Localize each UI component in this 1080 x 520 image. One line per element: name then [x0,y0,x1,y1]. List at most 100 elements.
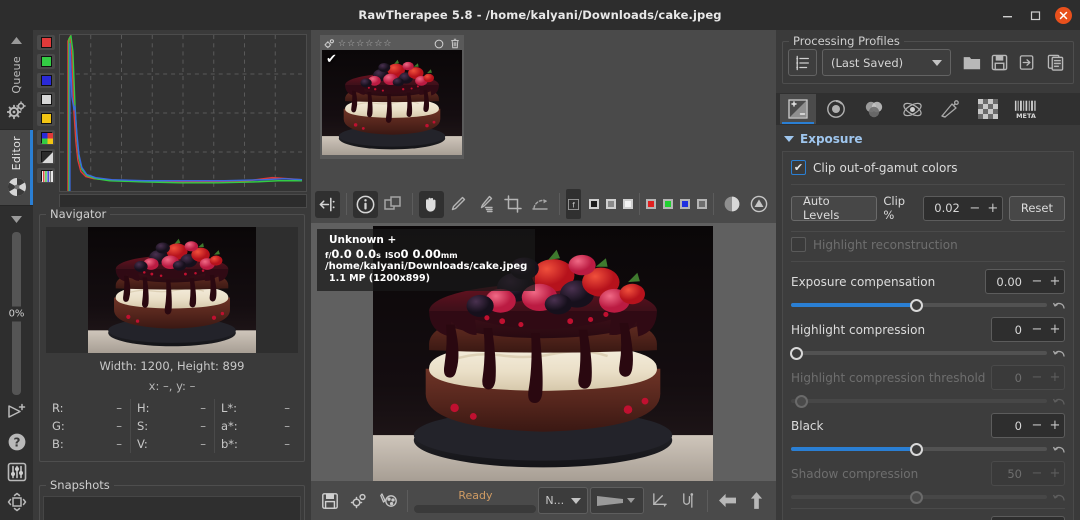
tab-transform[interactable] [932,94,968,124]
decrement-button[interactable]: − [1028,322,1046,337]
star-icon-3[interactable]: ☆ [365,39,373,49]
slider-track[interactable] [791,298,1047,312]
slider-spinner[interactable]: 0.00 − + [985,269,1065,294]
hand-tool-button[interactable] [418,190,444,218]
gradient-combo[interactable] [590,487,644,514]
increment-button[interactable]: + [1046,274,1064,289]
chromaticity-toggle[interactable] [37,111,55,126]
maximize-button[interactable] [1027,7,1043,23]
green-indicator[interactable] [662,199,673,209]
decrement-button[interactable]: − [1028,274,1046,289]
auto-levels-button[interactable]: Auto Levels [791,194,878,222]
color-management-icon[interactable] [375,487,402,514]
circle-icon[interactable] [434,39,444,49]
straighten-icon[interactable] [528,191,553,218]
blue-indicator[interactable] [679,199,690,209]
black-clip-indicator[interactable] [588,199,599,209]
send-to-editor-icon[interactable] [6,401,27,422]
slider-reset-icon[interactable] [1053,299,1065,311]
toggle-left-panel-button[interactable] [315,190,341,218]
increment-button[interactable]: + [1046,418,1064,433]
tab-metadata[interactable]: META [1008,94,1044,124]
processing-gear-icon[interactable] [346,487,373,514]
show-info-button[interactable] [353,190,379,218]
red-channel-toggle[interactable] [37,35,55,50]
slider-spinner[interactable]: 0 − + [991,317,1065,342]
save-profile-icon[interactable] [987,49,1012,76]
eyedropper-icon[interactable] [446,191,471,218]
slider-track[interactable] [791,442,1047,456]
navigator-preview[interactable] [46,227,298,353]
copy-profile-icon[interactable] [1015,49,1040,76]
slider-spinner[interactable]: 0 − + [991,516,1065,520]
tab-color[interactable] [856,94,892,124]
highlight-reconstruction-row[interactable]: Highlight reconstruction [791,235,1065,258]
green-channel-toggle[interactable] [37,54,55,69]
white-clip-indicator[interactable] [622,199,633,209]
preferences-icon[interactable] [6,461,27,482]
slider-track[interactable] [789,346,1047,360]
tab-raw[interactable] [970,94,1006,124]
profile-select[interactable]: (Last Saved) [822,49,951,76]
raw-histogram-toggle[interactable] [37,149,55,164]
clip-percent-spinner[interactable]: 0.02 − + [923,195,1003,221]
slider-spinner[interactable]: 0 − + [991,413,1065,438]
close-button[interactable] [1055,6,1072,24]
image-canvas[interactable]: Unknown + f/0.0 0.0s ISO0 0.00mm /home/k… [311,223,776,481]
next-image-icon[interactable] [743,487,770,514]
profile-list-icon[interactable] [788,49,817,76]
reset-button[interactable]: Reset [1008,195,1065,221]
save-image-icon[interactable] [317,487,344,514]
soft-proof-combo[interactable]: N... [538,487,589,514]
exposure-section-header[interactable]: Exposure [776,125,1080,151]
gamut-warning-icon[interactable] [747,191,772,218]
luminance-toggle[interactable] [37,92,55,107]
bar-display-toggle[interactable] [37,168,55,183]
red-indicator[interactable] [645,199,656,209]
star-icon-4[interactable]: ☆ [374,39,382,49]
histogram-graph[interactable] [59,34,307,192]
scroll-up-arrow-icon[interactable] [0,30,33,50]
help-icon[interactable]: ? [6,431,27,452]
rgb-histogram-toggle[interactable] [37,130,55,145]
gears-icon[interactable] [324,38,335,49]
tab-detail[interactable] [818,94,854,124]
clip-gamut-row[interactable]: Clip out-of-gamut colors [791,158,1065,181]
clipping-icon[interactable]: f [565,189,581,219]
increment-button[interactable]: + [984,201,1002,216]
sidebar-item-editor[interactable]: Editor [0,129,33,206]
paste-profile-icon[interactable] [1043,49,1068,76]
highlight-reconstruction-checkbox[interactable] [791,237,806,252]
open-folder-icon[interactable] [959,49,984,76]
slider-reset-icon[interactable] [1053,443,1065,455]
star-icon-2[interactable]: ☆ [356,39,364,49]
star-icon-1[interactable]: ☆ [347,39,355,49]
filmstrip-thumbnail-image[interactable]: ✔ [322,50,462,155]
mixed-indicator[interactable] [696,199,707,209]
sidebar-item-queue[interactable]: Queue [0,50,33,129]
before-after-button[interactable] [380,191,405,218]
crop-icon[interactable] [500,191,525,218]
rating-stars[interactable]: ☆ ☆ ☆ ☆ ☆ ☆ [338,39,391,49]
wb-picker-icon[interactable] [473,191,498,218]
filmstrip-thumbnail-cell[interactable]: ☆ ☆ ☆ ☆ ☆ ☆ ✔ [320,35,464,159]
fullscreen-icon[interactable] [6,491,27,512]
scroll-down-arrow-icon[interactable] [0,210,33,228]
blue-channel-toggle[interactable] [37,73,55,88]
decrement-button[interactable]: − [966,201,984,216]
increment-button[interactable]: + [1046,322,1064,337]
tab-exposure[interactable] [780,94,816,124]
after-view-icon[interactable] [675,487,702,514]
clip-gamut-checkbox[interactable] [791,160,806,175]
star-icon-0[interactable]: ☆ [338,39,346,49]
previous-image-icon[interactable] [714,487,741,514]
half-circle-icon[interactable] [720,191,745,218]
minimize-button[interactable] [999,7,1015,23]
tab-advanced[interactable] [894,94,930,124]
snapshots-list[interactable] [43,496,301,520]
trash-icon[interactable] [450,38,460,49]
slider-reset-icon[interactable] [1053,347,1065,359]
star-icon-5[interactable]: ☆ [383,39,391,49]
decrement-button[interactable]: − [1028,418,1046,433]
mid-clip-indicator[interactable] [605,199,616,209]
